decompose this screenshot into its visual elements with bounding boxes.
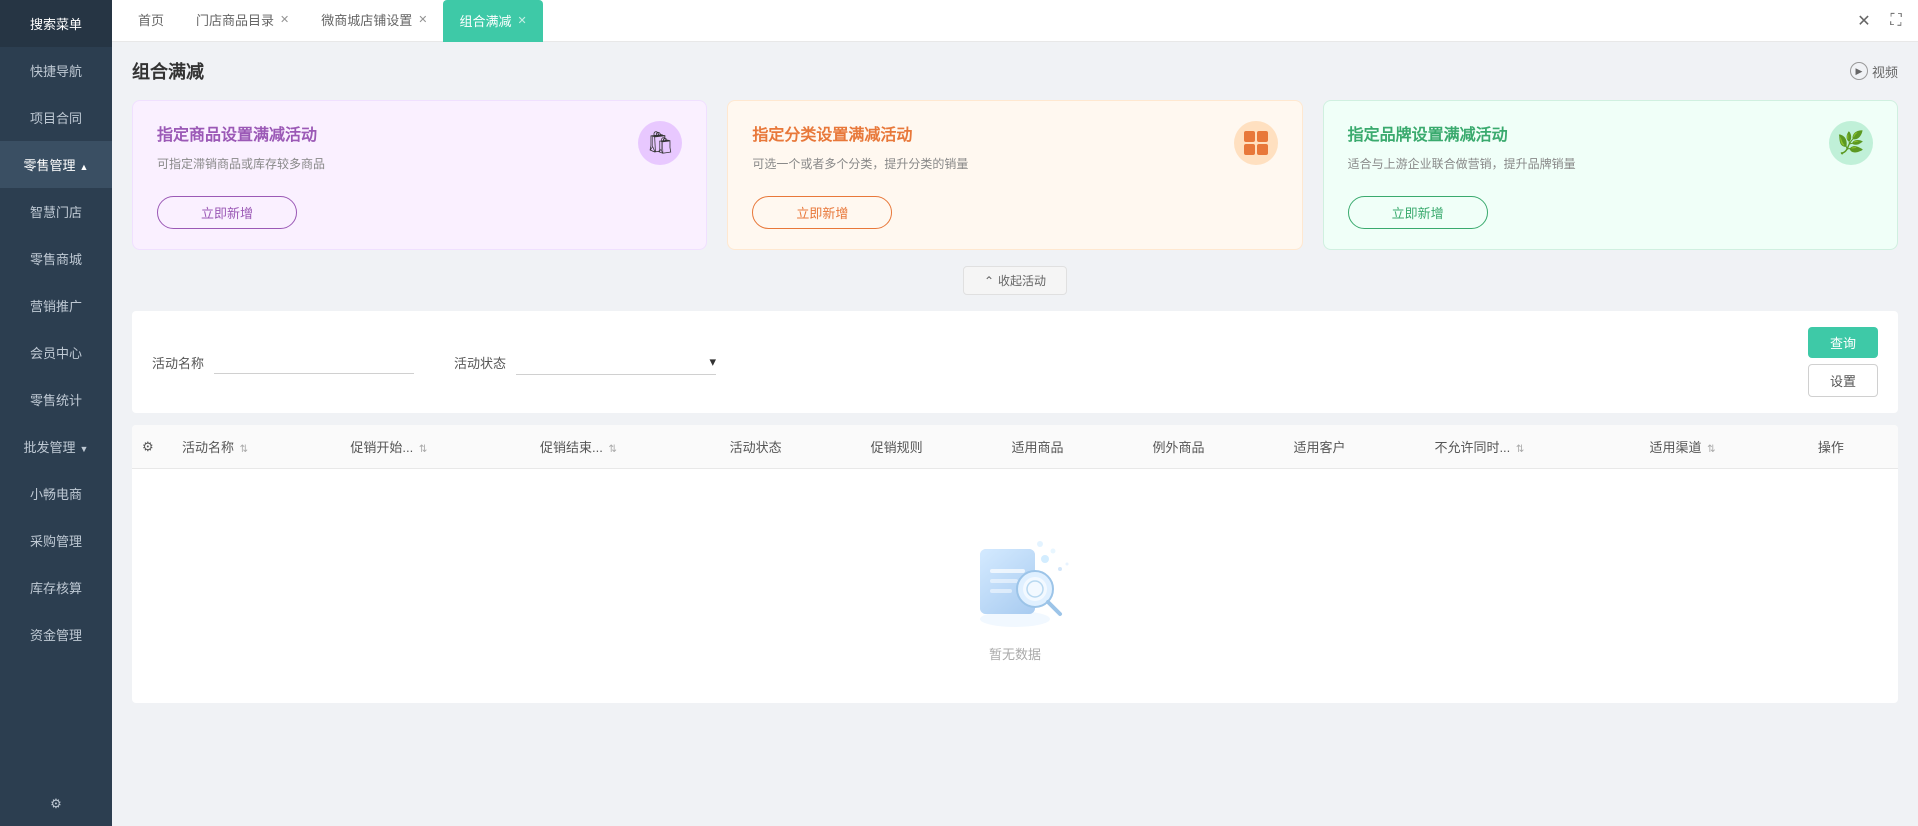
table-col-goods: 适用商品 xyxy=(1002,425,1143,469)
sidebar-item-inventory[interactable]: 库存核算 xyxy=(0,564,112,611)
table-col-action: 操作 xyxy=(1808,425,1898,469)
product-card-add-button[interactable]: 立即新增 xyxy=(157,196,297,229)
table-col-channel[interactable]: 适用渠道 ⇅ xyxy=(1639,425,1807,469)
table-col-status: 活动状态 xyxy=(720,425,861,469)
filter-name-item: 活动名称 xyxy=(152,350,414,374)
page-header: 组合满减 ▶ 视频 xyxy=(132,58,1898,84)
filter-status-item: 活动状态 ▾ xyxy=(454,350,716,375)
table-col-customer: 适用客户 xyxy=(1283,425,1424,469)
filter-name-label: 活动名称 xyxy=(152,353,204,372)
filter-status-select[interactable]: ▾ xyxy=(516,350,716,375)
tab-store-catalog[interactable]: 门店商品目录 ✕ xyxy=(180,0,305,42)
filter-status-label: 活动状态 xyxy=(454,353,506,372)
empty-text: 暂无数据 xyxy=(989,644,1041,663)
tab-wechat-store-close[interactable]: ✕ xyxy=(418,13,427,26)
main-area: 首页 门店商品目录 ✕ 微商城店铺设置 ✕ 组合满减 ✕ ✕ ⛶ 组合满减 ▶ … xyxy=(112,0,1918,826)
sidebar-item-project-contract[interactable]: 项目合同 xyxy=(0,94,112,141)
table-col-start[interactable]: 促销开始... ⇅ xyxy=(340,425,530,469)
chevron-down-icon: ▾ xyxy=(710,354,717,370)
brand-card-title: 指定品牌设置满减活动 xyxy=(1348,121,1873,145)
brand-card-desc: 适合与上游企业联合做营销，提升品牌销量 xyxy=(1348,155,1873,176)
sidebar-item-retail-stats[interactable]: 零售统计 xyxy=(0,376,112,423)
table-col-not-allow[interactable]: 不允许同时... ⇅ xyxy=(1424,425,1639,469)
category-card-title: 指定分类设置满减活动 xyxy=(752,121,1277,145)
sidebar-item-purchase-mgmt[interactable]: 采购管理 xyxy=(0,517,112,564)
empty-state: 暂无数据 xyxy=(132,469,1898,703)
empty-illustration xyxy=(955,529,1075,632)
table-col-settings[interactable]: ⚙ xyxy=(132,425,172,469)
category-card-icon xyxy=(1234,121,1278,165)
tab-bar-controls: ✕ ⛶ xyxy=(1852,9,1908,33)
data-table: ⚙ 活动名称 ⇅ 促销开始... ⇅ 促销结束... ⇅ xyxy=(132,425,1898,703)
tab-combo-discount[interactable]: 组合满减 ✕ xyxy=(443,0,542,42)
setting-button[interactable]: 设置 xyxy=(1808,364,1878,397)
chevron-up-icon: ⌃ xyxy=(984,274,994,288)
tab-store-catalog-close[interactable]: ✕ xyxy=(280,13,289,26)
category-card-add-button[interactable]: 立即新增 xyxy=(752,196,892,229)
tab-wechat-store[interactable]: 微商城店铺设置 ✕ xyxy=(305,0,443,42)
sort-arrows-end: ⇅ xyxy=(608,444,616,455)
page-title: 组合满减 xyxy=(132,58,204,84)
product-card-icon: 🛍 xyxy=(638,121,682,165)
sidebar-item-smart-store[interactable]: 智慧门店 xyxy=(0,188,112,235)
sort-arrows-channel: ⇅ xyxy=(1707,444,1715,455)
table-col-rule: 促销规则 xyxy=(861,425,1002,469)
sidebar-item-marketing[interactable]: 营销推广 xyxy=(0,282,112,329)
sidebar-item-fund-mgmt[interactable]: 资金管理 xyxy=(0,611,112,658)
activity-card-brand: 指定品牌设置满减活动 🌿 适合与上游企业联合做营销，提升品牌销量 立即新增 xyxy=(1323,100,1898,250)
window-maximize-button[interactable]: ⛶ xyxy=(1884,9,1908,33)
filter-bar: 活动名称 活动状态 ▾ 查询 设置 xyxy=(132,311,1898,413)
page-content: 组合满减 ▶ 视频 指定商品设置满减活动 🛍 可指定滞销商品或库存较多商品 立即… xyxy=(112,42,1918,826)
filter-actions: 查询 设置 xyxy=(1808,327,1878,397)
tab-combo-discount-close[interactable]: ✕ xyxy=(518,14,527,27)
activity-card-category: 指定分类设置满减活动 可选一个或者多个分类，提升分类的销量 立即新增 xyxy=(727,100,1302,250)
table-col-name[interactable]: 活动名称 ⇅ xyxy=(172,425,340,469)
sidebar-item-retail-management[interactable]: 零售管理 xyxy=(0,141,112,188)
query-button[interactable]: 查询 xyxy=(1808,327,1878,358)
sort-arrows-not-allow: ⇅ xyxy=(1516,444,1524,455)
sidebar-item-quick-nav[interactable]: 快捷导航 xyxy=(0,47,112,94)
product-card-title: 指定商品设置满减活动 xyxy=(157,121,682,145)
sort-arrows-start: ⇅ xyxy=(419,444,427,455)
sidebar-item-retail-mall[interactable]: 零售商城 xyxy=(0,235,112,282)
data-table-container: ⚙ 活动名称 ⇅ 促销开始... ⇅ 促销结束... ⇅ xyxy=(132,425,1898,703)
sidebar-item-member-center[interactable]: 会员中心 xyxy=(0,329,112,376)
brand-card-add-button[interactable]: 立即新增 xyxy=(1348,196,1488,229)
table-col-except-goods: 例外商品 xyxy=(1143,425,1284,469)
table-header-row: ⚙ 活动名称 ⇅ 促销开始... ⇅ 促销结束... ⇅ xyxy=(132,425,1898,469)
tab-home[interactable]: 首页 xyxy=(122,0,180,42)
product-card-desc: 可指定滞销商品或库存较多商品 xyxy=(157,155,682,176)
gear-icon: ⚙ xyxy=(50,796,62,811)
sidebar-item-xiaochangec[interactable]: 小畅电商 xyxy=(0,470,112,517)
empty-state-row: 暂无数据 xyxy=(132,469,1898,704)
activity-card-product: 指定商品设置满减活动 🛍 可指定滞销商品或库存较多商品 立即新增 xyxy=(132,100,707,250)
filter-name-input[interactable] xyxy=(214,350,414,374)
tab-bar: 首页 门店商品目录 ✕ 微商城店铺设置 ✕ 组合满减 ✕ ✕ ⛶ xyxy=(112,0,1918,42)
sidebar: 搜索菜单 快捷导航 项目合同 零售管理 智慧门店 零售商城 营销推广 会员中心 … xyxy=(0,0,112,826)
brand-card-icon: 🌿 xyxy=(1829,121,1873,165)
activity-cards: 指定商品设置满减活动 🛍 可指定滞销商品或库存较多商品 立即新增 指定分类设置满… xyxy=(132,100,1898,250)
play-icon: ▶ xyxy=(1850,62,1868,80)
category-card-desc: 可选一个或者多个分类，提升分类的销量 xyxy=(752,155,1277,176)
sidebar-item-wholesale-mgmt[interactable]: 批发管理 xyxy=(0,423,112,470)
sidebar-settings-button[interactable]: ⚙ xyxy=(0,782,112,826)
collapse-bar: ⌃ 收起活动 xyxy=(132,266,1898,295)
window-close-button[interactable]: ✕ xyxy=(1852,9,1876,33)
sort-arrows-name: ⇅ xyxy=(240,444,248,455)
video-link[interactable]: ▶ 视频 xyxy=(1850,62,1898,81)
sidebar-search[interactable]: 搜索菜单 xyxy=(0,0,112,47)
collapse-activities-button[interactable]: ⌃ 收起活动 xyxy=(963,266,1067,295)
table-col-end[interactable]: 促销结束... ⇅ xyxy=(530,425,720,469)
